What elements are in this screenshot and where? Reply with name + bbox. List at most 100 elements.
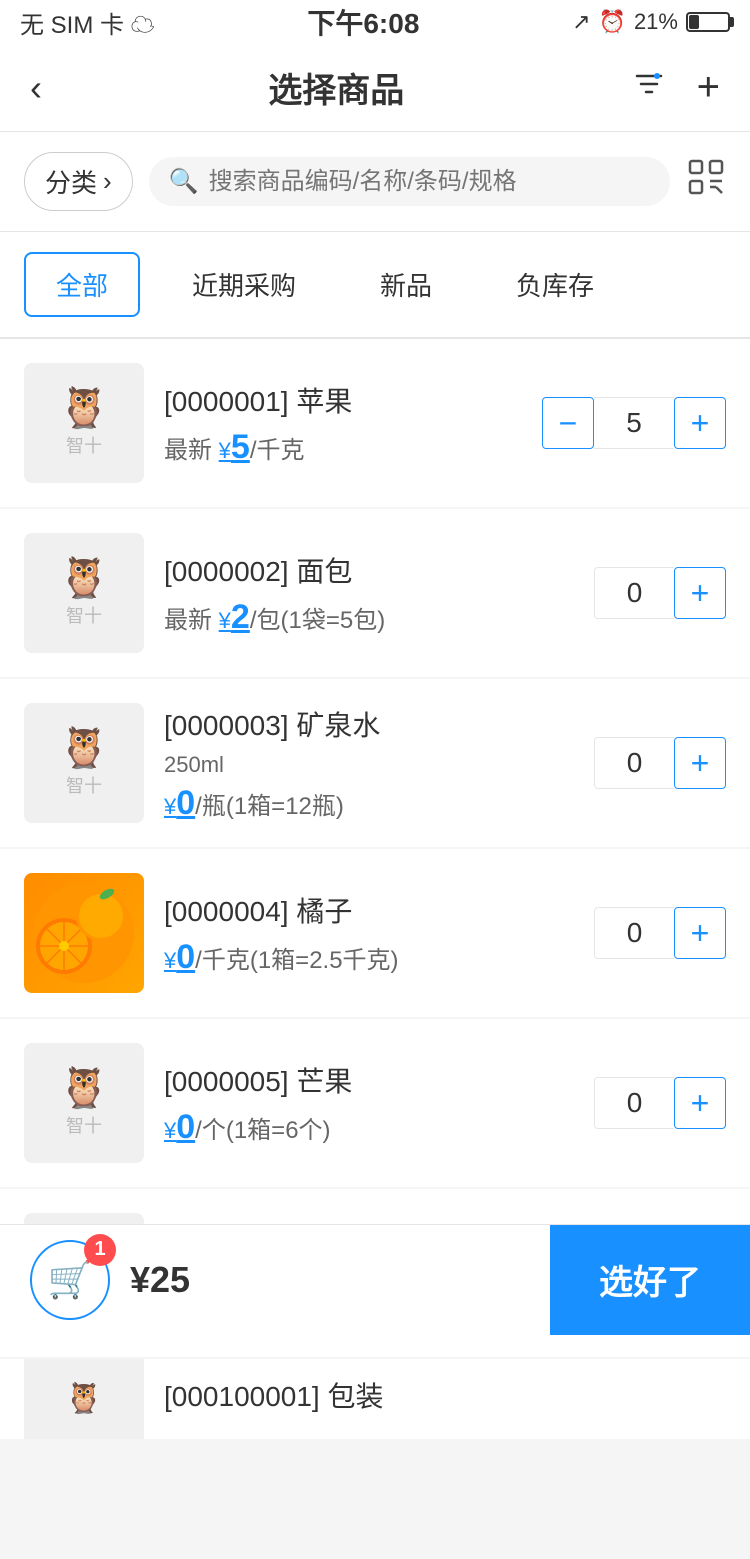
product-name-2: [0000002] 面包: [164, 550, 574, 590]
category-label: 分类: [45, 163, 97, 200]
list-item: [0000004] 橘子 ¥0/千克(1箱=2.5千克) +: [0, 849, 750, 1017]
quantity-control-4: +: [594, 907, 726, 959]
increase-button-5[interactable]: +: [674, 1077, 726, 1129]
list-item-partial: 🦉 [000100001] 包装: [0, 1359, 750, 1439]
placeholder-owl-icon: 🦉: [59, 558, 109, 598]
product-info-3: [0000003] 矿泉水 250ml ¥0/瓶(1箱=12瓶): [164, 704, 574, 823]
battery-icon: [686, 12, 730, 32]
filter-tabs: 全部 近期采购 新品 负库存: [0, 232, 750, 339]
quantity-control-3: +: [594, 737, 726, 789]
product-info-partial: [000100001] 包装: [164, 1375, 726, 1423]
increase-button-3[interactable]: +: [674, 737, 726, 789]
increase-button-1[interactable]: +: [674, 397, 726, 449]
product-image-partial: 🦉: [24, 1359, 144, 1439]
price-prefix-icon: ¥: [219, 438, 231, 463]
list-item: 🦉 智十 [0000005] 芒果 ¥0/个(1箱=6个) +: [0, 1019, 750, 1187]
placeholder-owl-icon: 🦉: [59, 728, 109, 768]
quantity-input-2[interactable]: [594, 567, 674, 619]
product-info-4: [0000004] 橘子 ¥0/千克(1箱=2.5千克): [164, 890, 574, 977]
cart-badge: 1: [84, 1234, 116, 1266]
product-image-4: [24, 873, 144, 993]
quantity-control-1: − +: [542, 397, 726, 449]
quantity-input-3[interactable]: [594, 737, 674, 789]
list-item: 🦉 智十 [0000001] 苹果 最新 ¥5/千克 − +: [0, 339, 750, 507]
total-price: ¥25: [130, 1259, 190, 1301]
alarm-icon: ⏰: [599, 9, 626, 35]
tab-negative-stock[interactable]: 负库存: [484, 252, 626, 317]
cart-section: 🛒 1 ¥25: [0, 1240, 550, 1320]
cart-icon: 🛒: [48, 1259, 93, 1301]
quantity-control-2: +: [594, 567, 726, 619]
decrease-button-1[interactable]: −: [542, 397, 594, 449]
nav-bar: ‹ 选择商品 +: [0, 44, 750, 132]
product-spec-3: 250ml: [164, 752, 574, 778]
price-value: 0: [176, 938, 195, 976]
product-name-1: [0000001] 苹果: [164, 380, 522, 420]
placeholder-owl-icon: 🦉: [65, 1384, 102, 1414]
product-info-2: [0000002] 面包 最新 ¥2/包(1袋=5包): [164, 550, 574, 637]
product-price-2: 最新 ¥2/包(1袋=5包): [164, 598, 574, 637]
price-prefix-icon: ¥: [164, 1118, 176, 1143]
scan-icon[interactable]: [686, 157, 726, 206]
status-time: 下午6:08: [307, 2, 419, 42]
brand-label: 智十: [66, 1112, 102, 1138]
location-icon: ↗: [572, 9, 590, 35]
quantity-control-5: +: [594, 1077, 726, 1129]
confirm-button[interactable]: 选好了: [550, 1225, 750, 1335]
tab-new-products[interactable]: 新品: [348, 252, 464, 317]
list-item: 🦉 智十 [0000002] 面包 最新 ¥2/包(1袋=5包) +: [0, 509, 750, 677]
price-prefix-icon: ¥: [219, 608, 231, 633]
list-item: 🦉 智十 [0000003] 矿泉水 250ml ¥0/瓶(1箱=12瓶) +: [0, 679, 750, 847]
product-image-5: 🦉 智十: [24, 1043, 144, 1163]
search-input-wrap: 🔍: [149, 157, 670, 206]
price-value: 5: [231, 428, 250, 466]
product-info-5: [0000005] 芒果 ¥0/个(1箱=6个): [164, 1060, 574, 1147]
increase-button-4[interactable]: +: [674, 907, 726, 959]
brand-label: 智十: [66, 432, 102, 458]
product-info-1: [0000001] 苹果 最新 ¥5/千克: [164, 380, 522, 467]
product-image-2: 🦉 智十: [24, 533, 144, 653]
sim-status: 无 SIM 卡 ☁: [20, 5, 155, 40]
tab-recent-purchase[interactable]: 近期采购: [160, 252, 328, 317]
product-name-5: [0000005] 芒果: [164, 1060, 574, 1100]
brand-label: 智十: [66, 772, 102, 798]
filter-icon[interactable]: [631, 66, 667, 110]
cart-button[interactable]: 🛒 1: [30, 1240, 110, 1320]
quantity-input-5[interactable]: [594, 1077, 674, 1129]
battery-percent: 21%: [634, 9, 678, 35]
search-input[interactable]: [209, 168, 650, 196]
product-name-4: [0000004] 橘子: [164, 890, 574, 930]
price-value: 2: [231, 598, 250, 636]
placeholder-owl-icon: 🦉: [59, 1068, 109, 1108]
category-button[interactable]: 分类 ›: [24, 152, 133, 211]
add-button[interactable]: +: [697, 65, 720, 110]
product-image-1: 🦉 智十: [24, 363, 144, 483]
product-name-partial: [000100001] 包装: [164, 1375, 726, 1415]
quantity-input-1[interactable]: [594, 397, 674, 449]
nav-actions: +: [631, 65, 720, 110]
price-prefix-icon: ¥: [164, 948, 176, 973]
product-image-3: 🦉 智十: [24, 703, 144, 823]
status-bar: 无 SIM 卡 ☁ 下午6:08 ↗ ⏰ 21%: [0, 0, 750, 44]
price-prefix-icon: ¥: [164, 794, 176, 819]
brand-label: 智十: [66, 602, 102, 628]
category-chevron: ›: [103, 166, 112, 197]
bottom-bar: 🛒 1 ¥25 选好了: [0, 1224, 750, 1334]
page-title: 选择商品: [268, 63, 404, 112]
back-button[interactable]: ‹: [30, 67, 42, 109]
product-name-3: [0000003] 矿泉水: [164, 704, 574, 744]
increase-button-2[interactable]: +: [674, 567, 726, 619]
status-left: 无 SIM 卡 ☁: [20, 5, 155, 40]
tab-all[interactable]: 全部: [24, 252, 140, 317]
product-price-5: ¥0/个(1箱=6个): [164, 1108, 574, 1147]
product-price-1: 最新 ¥5/千克: [164, 428, 522, 467]
product-price-3: ¥0/瓶(1箱=12瓶): [164, 784, 574, 823]
search-bar: 分类 › 🔍: [0, 132, 750, 232]
status-right: ↗ ⏰ 21%: [572, 9, 730, 35]
product-list: 🦉 智十 [0000001] 苹果 最新 ¥5/千克 − + 🦉 智十 [000…: [0, 339, 750, 1559]
quantity-input-4[interactable]: [594, 907, 674, 959]
price-value: 0: [176, 784, 195, 822]
placeholder-owl-icon: 🦉: [59, 388, 109, 428]
search-icon: 🔍: [169, 167, 199, 196]
product-price-4: ¥0/千克(1箱=2.5千克): [164, 938, 574, 977]
